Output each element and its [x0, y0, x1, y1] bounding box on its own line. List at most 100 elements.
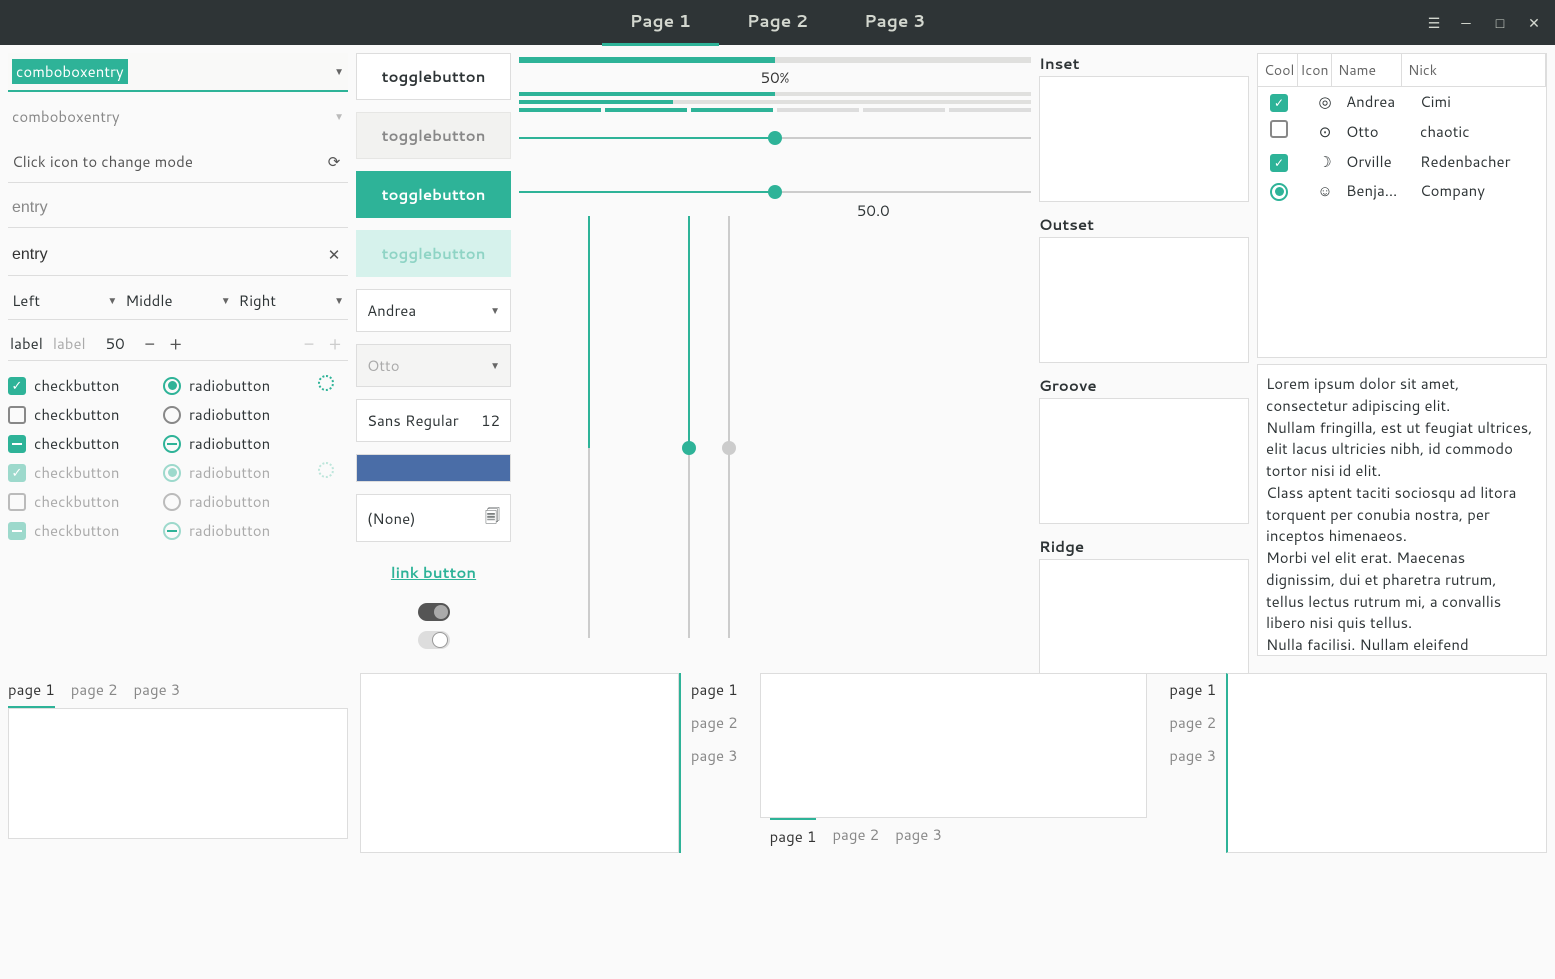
- chevron-down-icon: ▼: [221, 294, 231, 308]
- tree-row-0[interactable]: ✓ ◎ Andrea Cimi: [1258, 87, 1546, 116]
- spin-plus-button[interactable]: +: [163, 330, 189, 356]
- check-icon[interactable]: ✓: [1270, 94, 1288, 112]
- col-icon[interactable]: Icon: [1298, 54, 1332, 86]
- level-bar: [519, 108, 1031, 112]
- header-tab-2[interactable]: Page 2: [719, 0, 836, 46]
- nb3-tab-3[interactable]: page 3: [895, 818, 942, 853]
- chevron-down-icon: ▼: [490, 304, 500, 318]
- radiobutton-2[interactable]: radiobutton: [163, 404, 314, 425]
- col-cool[interactable]: Cool: [1258, 54, 1298, 86]
- tree-row-3[interactable]: ☺ Benja… Company: [1258, 176, 1546, 205]
- textview[interactable]: Lorem ipsum dolor sit amet, consectetur …: [1257, 364, 1547, 656]
- chevron-down-icon[interactable]: ▼: [334, 110, 344, 124]
- checkbutton-6-disabled: checkbutton: [8, 520, 159, 541]
- minimize-icon[interactable]: —: [1451, 8, 1481, 38]
- switch-2[interactable]: [418, 631, 450, 649]
- radio-icon[interactable]: [1270, 183, 1288, 201]
- treeview[interactable]: Cool Icon Name Nick ✓ ◎ Andrea Cimi ⊙: [1257, 53, 1547, 358]
- dropdown-middle[interactable]: Middle▼: [121, 282, 234, 319]
- entry-clearable[interactable]: ✕: [8, 234, 348, 276]
- folder-icon: 🗐: [485, 505, 500, 531]
- nb4-tab-2[interactable]: page 2: [1159, 706, 1226, 739]
- radiobutton-3[interactable]: radiobutton: [163, 433, 314, 454]
- nb2-tab-3[interactable]: page 3: [681, 739, 748, 772]
- clear-icon[interactable]: ✕: [324, 244, 344, 265]
- font-button[interactable]: Sans Regular12: [356, 399, 511, 442]
- nb4-tab-1[interactable]: page 1: [1159, 673, 1226, 706]
- tree-row-1[interactable]: ⊙ Otto chaotic: [1258, 116, 1546, 147]
- togglebutton-1[interactable]: togglebutton: [356, 53, 511, 100]
- frame-groove: Groove: [1039, 375, 1249, 530]
- nb2-tab-1[interactable]: page 1: [681, 673, 748, 706]
- checkbutton-3[interactable]: checkbutton: [8, 433, 159, 454]
- spin-plus-disabled: +: [322, 330, 348, 356]
- triple-dropdown: Left▼ Middle▼ Right▼: [8, 282, 348, 320]
- check-icon[interactable]: [1270, 120, 1288, 138]
- toggle-panel: togglebutton togglebutton togglebutton t…: [356, 53, 511, 665]
- dropdown-right[interactable]: Right▼: [235, 282, 348, 319]
- chevron-down-icon: ▼: [334, 294, 344, 308]
- comboboxentry-1[interactable]: comboboxentry ▼: [8, 53, 348, 92]
- hamburger-menu-icon[interactable]: ☰: [1419, 8, 1449, 38]
- color-button[interactable]: [356, 454, 511, 482]
- checkbutton-1[interactable]: ✓checkbutton: [8, 375, 159, 396]
- nb3-tab-2[interactable]: page 2: [832, 818, 879, 853]
- nb4-tab-3[interactable]: page 3: [1159, 739, 1226, 772]
- nb1-tab-1[interactable]: page 1: [8, 673, 55, 708]
- vertical-slider-2[interactable]: [679, 216, 699, 638]
- entry-input-1[interactable]: [12, 199, 344, 217]
- right-panel: Cool Icon Name Nick ✓ ◎ Andrea Cimi ⊙: [1257, 53, 1547, 665]
- slider-value-label: 50.0: [857, 200, 890, 221]
- maximize-icon[interactable]: □: [1485, 8, 1515, 38]
- togglebutton-4-active-disabled: togglebutton: [356, 230, 511, 277]
- check-icon[interactable]: ✓: [1270, 154, 1288, 172]
- bottom-notebooks: page 1 page 2 page 3 page 1 page 2 page …: [8, 673, 1547, 853]
- col-name[interactable]: Name: [1332, 54, 1402, 86]
- check-radio-grid: ✓checkbutton radiobutton checkbutton rad…: [8, 367, 348, 541]
- checkbutton-4-disabled: ✓checkbutton: [8, 462, 159, 483]
- radiobutton-4-disabled: radiobutton: [163, 462, 314, 483]
- notebook-right-tabs: page 1 page 2 page 3: [360, 673, 748, 853]
- font-size: 12: [481, 410, 500, 431]
- checkbutton-2[interactable]: checkbutton: [8, 404, 159, 425]
- chevron-down-icon: ▼: [490, 359, 500, 373]
- mode-entry-text: Click icon to change mode: [12, 151, 324, 172]
- chevron-down-icon[interactable]: ▼: [334, 65, 344, 79]
- link-button[interactable]: link button: [356, 554, 511, 591]
- combobox-otto-disabled: Otto▼: [356, 344, 511, 387]
- header-tab-3[interactable]: Page 3: [836, 0, 953, 46]
- horizontal-slider-2[interactable]: 50.0: [519, 182, 1031, 202]
- left-panel: comboboxentry ▼ comboboxentry ▼ Click ic…: [8, 53, 348, 665]
- nb2-tab-2[interactable]: page 2: [681, 706, 748, 739]
- verified-icon: ◎: [1308, 91, 1342, 112]
- checkbutton-5-disabled: checkbutton: [8, 491, 159, 512]
- spin-minus-button[interactable]: −: [137, 330, 163, 356]
- combobox-andrea[interactable]: Andrea▼: [356, 289, 511, 332]
- entry-input-2[interactable]: [12, 246, 324, 264]
- file-chooser-button[interactable]: (None)🗐: [356, 494, 511, 542]
- entry-placeholder[interactable]: [8, 189, 348, 228]
- refresh-icon[interactable]: ⟳: [324, 151, 344, 172]
- radiobutton-1[interactable]: radiobutton: [163, 375, 314, 396]
- chevron-down-icon: ▼: [107, 294, 117, 308]
- nb1-tab-3[interactable]: page 3: [134, 673, 181, 708]
- spin-value[interactable]: 50: [94, 333, 137, 354]
- header-tab-1[interactable]: Page 1: [602, 0, 719, 46]
- nb1-tab-2[interactable]: page 2: [71, 673, 118, 708]
- mode-entry[interactable]: Click icon to change mode ⟳: [8, 141, 348, 183]
- dropdown-left[interactable]: Left▼: [8, 282, 121, 319]
- horizontal-slider-1[interactable]: [519, 128, 1031, 148]
- radiobutton-5-disabled: radiobutton: [163, 491, 314, 512]
- vertical-slider-1[interactable]: [579, 216, 599, 638]
- close-icon[interactable]: ✕: [1519, 8, 1549, 38]
- comboboxentry-2[interactable]: comboboxentry ▼: [8, 98, 348, 135]
- tree-row-2[interactable]: ✓ ☽ Orville Redenbacher: [1258, 147, 1546, 176]
- col-nick[interactable]: Nick: [1402, 54, 1546, 86]
- switch-1-on[interactable]: [418, 603, 450, 621]
- nb3-tab-1[interactable]: page 1: [770, 818, 817, 853]
- togglebutton-3-active[interactable]: togglebutton: [356, 171, 511, 218]
- frames-panel: Inset Outset Groove Ridge: [1039, 53, 1249, 665]
- vertical-sliders: [519, 208, 1031, 638]
- combo-placeholder: comboboxentry: [12, 106, 334, 127]
- radiobutton-6-disabled: radiobutton: [163, 520, 314, 541]
